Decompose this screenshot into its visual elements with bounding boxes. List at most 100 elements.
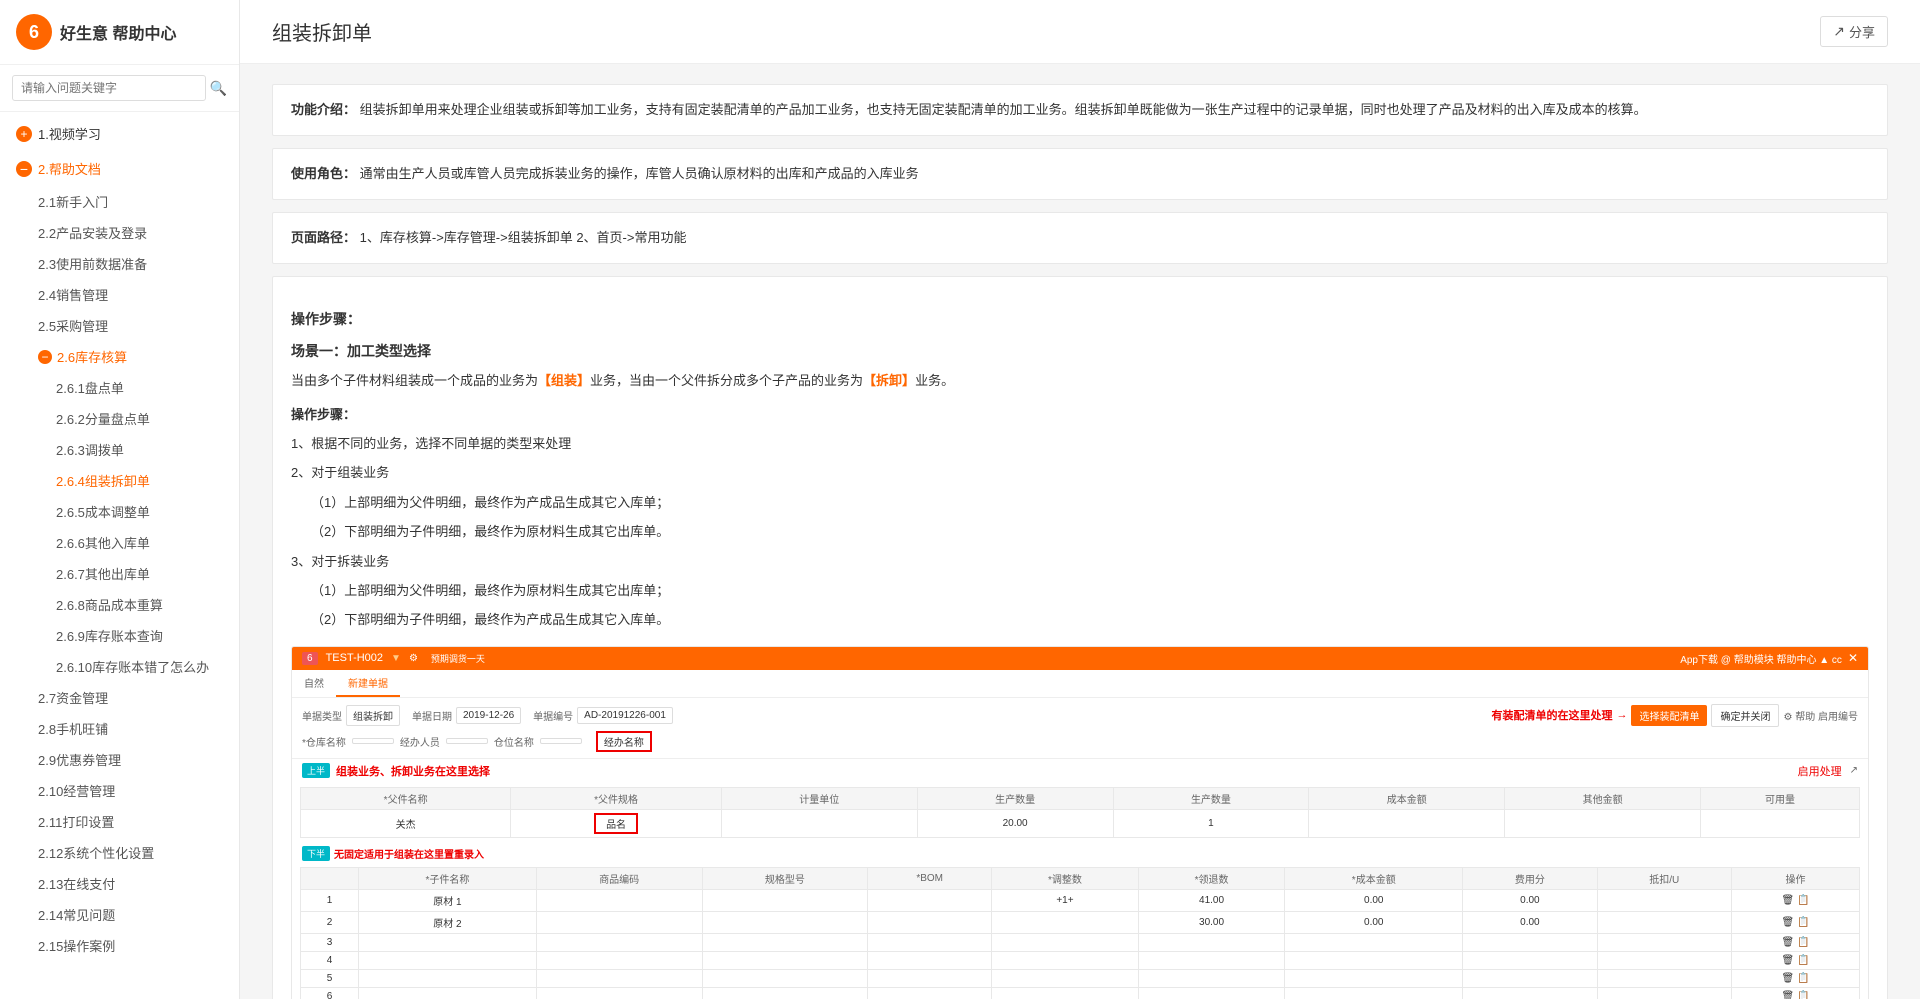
path-block: 页面路径： 1、库存核算->库存管理->组装拆卸单 2、首页->常用功能 <box>272 212 1888 264</box>
ss-form-area: 单据类型 组装拆卸 单据日期 2019-12-26 单据编号 AD-201912… <box>292 698 1868 759</box>
sidebar-item-stock-check[interactable]: 2.6.9库存账本查询 <box>56 620 239 651</box>
ss-upper-th-5: 成本金额 <box>1309 787 1505 809</box>
ss-logo: 6 <box>302 652 318 665</box>
sidebar-item-transfer[interactable]: 2.6.3调拨单 <box>56 434 239 465</box>
sidebar-item-cost-adjust[interactable]: 2.6.5成本调整单 <box>56 496 239 527</box>
search-icon[interactable]: 🔍 <box>210 80 227 97</box>
ss-type-label: 单据类型 <box>302 708 342 723</box>
sidebar-item-online-pay[interactable]: 2.13在线支付 <box>38 868 239 899</box>
search-input[interactable] <box>12 75 206 101</box>
main-content: 组装拆卸单 ↗ 分享 功能介绍： 组装拆卸单用来处理企业组装或拆卸等加工业务，支… <box>240 0 1920 999</box>
annotation4: 无固定适用于组装在这里置重录入 <box>334 846 484 861</box>
intro-label: 功能介绍： <box>291 102 356 117</box>
sidebar-item-other-in[interactable]: 2.6.6其他入库单 <box>56 527 239 558</box>
ss-btn-confirm[interactable]: 确定并关闭 <box>1711 704 1779 727</box>
ss-upper-th-7: 可用量 <box>1701 787 1860 809</box>
ss-input-box: 经办名称 <box>596 731 652 752</box>
plus-icon: + <box>16 126 32 142</box>
sidebar-item-cases[interactable]: 2.15操作案例 <box>38 930 239 961</box>
path-text: 1、库存核算->库存管理->组装拆卸单 2、首页->常用功能 <box>360 230 687 245</box>
sidebar-item-newcomer[interactable]: 2.1新手入门 <box>38 186 239 217</box>
sidebar-item-custom[interactable]: 2.12系统个性化设置 <box>38 837 239 868</box>
sidebar-item-cost-recalc[interactable]: 2.6.8商品成本重算 <box>56 589 239 620</box>
ops-steps-label: 操作步骤： <box>291 403 1869 426</box>
sidebar-item-video[interactable]: + 1.视频学习 <box>0 116 239 151</box>
sidebar-item-install[interactable]: 2.2产品安装及登录 <box>38 217 239 248</box>
ss-handler[interactable] <box>446 738 488 744</box>
ss-location[interactable] <box>540 738 582 744</box>
screenshot-titlebar: 6 TEST-H002 ▼ ⚙ 预期调货一天 App下载 @ 帮助模块 帮助中心… <box>292 647 1868 670</box>
content-header: 组装拆卸单 ↗ 分享 <box>240 0 1920 64</box>
sidebar-item-inventory[interactable]: − 2.6库存核算 <box>38 341 239 372</box>
highlight-assembly: 【组装】 <box>538 373 590 388</box>
annotation2: 组装业务、拆卸业务在这里选择 <box>336 763 490 779</box>
table-row: 关杰 品名 20.00 1 <box>301 809 1860 837</box>
ss-sub-label1: *仓库名称 <box>302 734 346 749</box>
sidebar-item-purchase[interactable]: 2.5采购管理 <box>38 310 239 341</box>
ss-upper-th-4: 生产数量 <box>1113 787 1309 809</box>
highlight-disassembly: 【拆卸】 <box>863 373 915 388</box>
role-text: 通常由生产人员或库管人员完成拆装业务的操作，库管人员确认原材料的出库和产成品的入… <box>360 166 919 181</box>
minus-icon: − <box>16 161 32 177</box>
annotation3: 启用处理 <box>1798 763 1842 779</box>
ss-tab-new[interactable]: 新建单据 <box>336 670 400 697</box>
sidebar-item-docs[interactable]: − 2.帮助文档 <box>0 151 239 186</box>
sidebar-item-print[interactable]: 2.11打印设置 <box>38 806 239 837</box>
content-body: 功能介绍： 组装拆卸单用来处理企业组装或拆卸等加工业务，支持有固定装配清单的产品… <box>240 64 1920 999</box>
sidebar-item-partial-stocktake[interactable]: 2.6.2分量盘点单 <box>56 403 239 434</box>
ss-badge-lower: 下半 <box>302 846 330 861</box>
ss-type-value[interactable]: 组装拆卸 <box>346 705 400 726</box>
sidebar-item-other-out[interactable]: 2.6.7其他出库单 <box>56 558 239 589</box>
ss-upper-cell-highlight: 品名 <box>594 813 638 834</box>
inventory-minus-icon: − <box>38 350 52 364</box>
app-title: 好生意 帮助中心 <box>60 20 176 44</box>
ss-upper-th-1: *父件规格 <box>511 787 722 809</box>
nav-section: + 1.视频学习 − 2.帮助文档 2.1新手入门 2.2产品安装及登录 2.3… <box>0 112 239 965</box>
step-3-2: （2）下部明细为子件明细，最终作为产成品生成其它入库单。 <box>291 608 1869 631</box>
sidebar-item-account-error[interactable]: 2.6.10库存账本错了怎么办 <box>56 651 239 682</box>
ss-no-value[interactable]: AD-20191226-001 <box>577 707 673 724</box>
ss-date-label: 单据日期 <box>412 708 452 723</box>
ss-sub-label2: 经办人员 <box>400 734 440 749</box>
sidebar-item-assembly[interactable]: 2.6.4组装拆卸单 <box>56 465 239 496</box>
table-row: 1 原材 1 +1+ 41.00 0.00 0.00 🗑 📋 <box>301 889 1860 911</box>
ss-sub-label3: 仓位名称 <box>494 734 534 749</box>
ss-upper-label-row: 上半 组装业务、拆卸业务在这里选择 启用处理 ↗ <box>292 759 1868 783</box>
logo-area: 6 好生意 帮助中心 <box>0 0 239 65</box>
ss-date-value[interactable]: 2019-12-26 <box>456 707 521 724</box>
sidebar: 6 好生意 帮助中心 🔍 + 1.视频学习 − 2.帮助文档 2.1新手入门 2… <box>0 0 240 999</box>
step-3: 3、对于拆装业务 <box>291 550 1869 573</box>
ss-warehouse[interactable] <box>352 738 394 744</box>
ss-upper-th-6: 其他金额 <box>1505 787 1701 809</box>
nav-sub-docs: 2.1新手入门 2.2产品安装及登录 2.3使用前数据准备 2.4销售管理 2.… <box>0 186 239 961</box>
role-label: 使用角色： <box>291 166 356 181</box>
sidebar-item-stocktake[interactable]: 2.6.1盘点单 <box>56 372 239 403</box>
share-button[interactable]: ↗ 分享 <box>1820 16 1888 47</box>
share-icon: ↗ <box>1833 23 1845 40</box>
search-box[interactable]: 🔍 <box>0 65 239 112</box>
ss-tab-home[interactable]: 自然 <box>292 670 336 697</box>
ss-upper-table-container: *父件名称 *父件规格 计量单位 生产数量 生产数量 成本金额 其他金额 可用量 <box>292 787 1868 842</box>
sidebar-item-voucher[interactable]: 2.9优惠券管理 <box>38 744 239 775</box>
ss-lower-table: *子件名称 商品编码 规格型号 *BOM *调整数 *领退数 *成本金额 费用分… <box>300 867 1860 999</box>
ss-close[interactable]: ✕ <box>1848 651 1858 665</box>
sidebar-item-data-prep[interactable]: 2.3使用前数据准备 <box>38 248 239 279</box>
sidebar-item-faq[interactable]: 2.14常见问题 <box>38 899 239 930</box>
nav-sub-inventory: 2.6.1盘点单 2.6.2分量盘点单 2.6.3调拨单 2.6.4组装拆卸单 … <box>38 372 239 682</box>
table-row: 5 🗑 📋 <box>301 969 1860 987</box>
ss-upper-th-0: *父件名称 <box>301 787 511 809</box>
sidebar-item-mobile[interactable]: 2.8手机旺铺 <box>38 713 239 744</box>
ss-btn-select[interactable]: 选择装配清单 <box>1631 705 1707 726</box>
step-2-2: （2）下部明细为子件明细，最终作为原材料生成其它出库单。 <box>291 520 1869 543</box>
sidebar-item-sales[interactable]: 2.4销售管理 <box>38 279 239 310</box>
page-title: 组装拆卸单 <box>272 17 372 46</box>
logo-icon: 6 <box>16 14 52 50</box>
table-row: 3 🗑 📋 <box>301 933 1860 951</box>
sidebar-item-operations[interactable]: 2.10经营管理 <box>38 775 239 806</box>
ss-store-code: TEST-H002 <box>326 652 383 664</box>
ss-lower-table-container: *子件名称 商品编码 规格型号 *BOM *调整数 *领退数 *成本金额 费用分… <box>292 867 1868 999</box>
scene1-desc: 当由多个子件材料组装成一个成品的业务为【组装】业务，当由一个父件拆分成多个子产品… <box>291 369 1869 392</box>
step-2-1: （1）上部明细为父件明细，最终作为产成品生成其它入库单； <box>291 491 1869 514</box>
annotation1: 有装配清单的在这里处理 <box>1491 707 1612 723</box>
sidebar-item-capital[interactable]: 2.7资金管理 <box>38 682 239 713</box>
